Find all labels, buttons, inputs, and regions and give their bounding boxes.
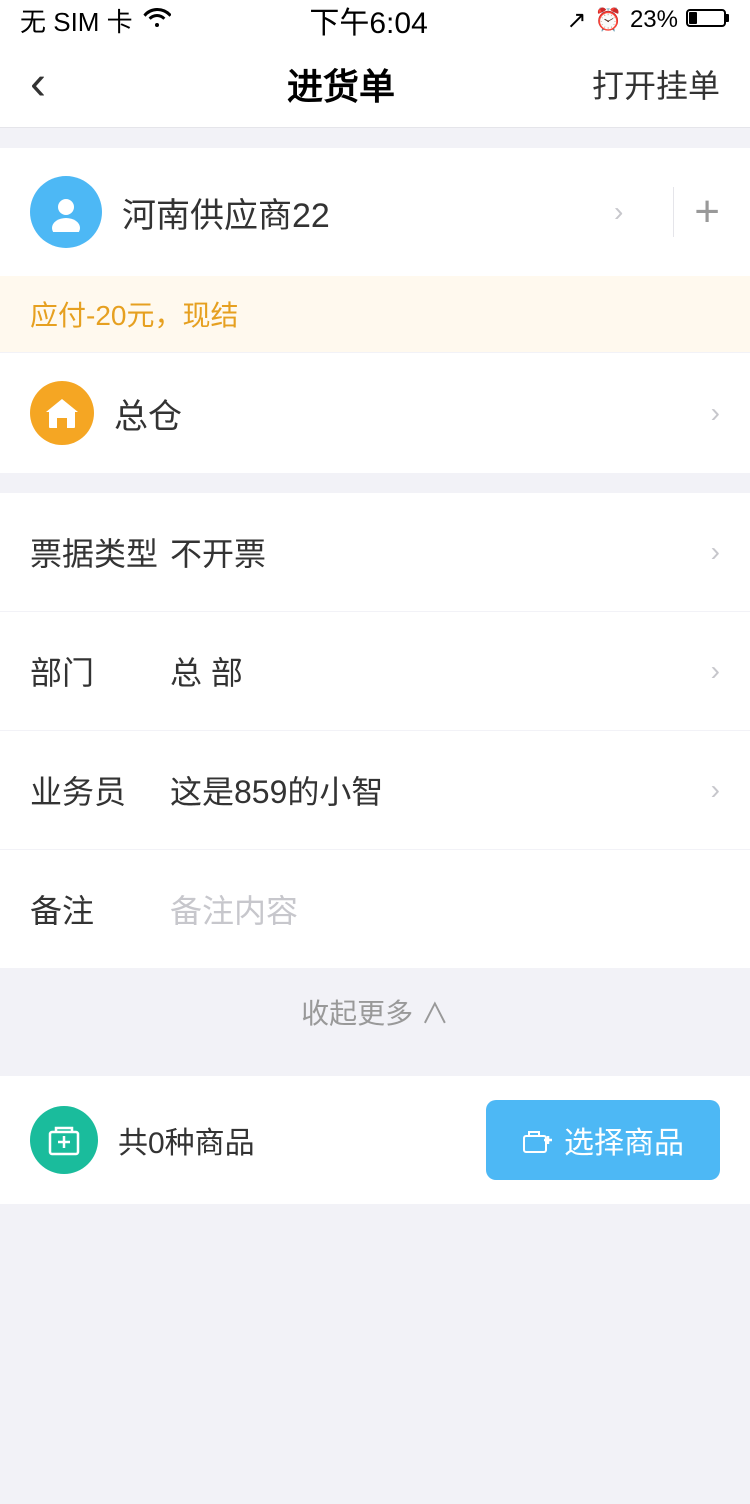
select-product-label: 选择商品: [564, 1118, 684, 1162]
department-label: 部门: [30, 648, 170, 694]
nav-bar: ‹ 进货单 打开挂单: [0, 40, 750, 128]
open-pending-button[interactable]: 打开挂单: [592, 61, 720, 107]
salesperson-value: 这是859的小智: [170, 767, 711, 813]
product-section: 共0种商品 选择商品: [0, 1076, 750, 1204]
remark-input[interactable]: 备注内容: [170, 886, 720, 932]
product-count-label: 共0种商品: [118, 1118, 466, 1162]
section-gap-1: [0, 128, 750, 148]
remark-row[interactable]: 备注 备注内容: [0, 850, 750, 968]
add-supplier-button[interactable]: +: [694, 187, 720, 237]
wifi-icon: [143, 6, 171, 35]
invoice-type-label: 票据类型: [30, 529, 170, 575]
supplier-chevron-icon: ›: [614, 196, 623, 228]
collapse-section: 收起更多 ∧: [0, 968, 750, 1056]
salesperson-label: 业务员: [30, 767, 170, 813]
department-value: 总 部: [170, 648, 711, 694]
salesperson-chevron-icon: ›: [711, 774, 720, 806]
salesperson-row[interactable]: 业务员 这是859的小智 ›: [0, 731, 750, 850]
status-left: 无 SIM 卡: [20, 2, 171, 39]
warehouse-name: 总仓: [114, 389, 711, 438]
status-right: ↗ ⏰ 23%: [566, 5, 730, 36]
battery-icon: [686, 5, 730, 36]
battery-label: 23%: [630, 6, 678, 34]
select-product-button[interactable]: 选择商品: [486, 1100, 720, 1180]
bottom-area: [0, 1204, 750, 1504]
status-bar: 无 SIM 卡 下午6:04 ↗ ⏰ 23%: [0, 0, 750, 40]
invoice-type-chevron-icon: ›: [711, 536, 720, 568]
warehouse-chevron-icon: ›: [711, 397, 720, 429]
warehouse-row[interactable]: 总仓 ›: [0, 352, 750, 473]
invoice-type-value: 不开票: [170, 529, 711, 575]
back-button[interactable]: ‹: [30, 56, 90, 111]
alarm-icon: ⏰: [595, 7, 622, 33]
supplier-section: 河南供应商22 › + 应付-20元，现结 总仓 ›: [0, 148, 750, 473]
divider: [673, 187, 674, 237]
notice-banner: 应付-20元，现结: [0, 276, 750, 352]
supplier-row[interactable]: 河南供应商22 › +: [0, 148, 750, 276]
collapse-button[interactable]: 收起更多 ∧: [301, 998, 449, 1029]
carrier-label: 无 SIM 卡: [20, 2, 133, 39]
product-icon: [30, 1106, 98, 1174]
location-icon: ↗: [566, 6, 586, 35]
department-chevron-icon: ›: [711, 655, 720, 687]
remark-label: 备注: [30, 886, 170, 932]
notice-text: 应付-20元，现结: [30, 300, 238, 331]
form-section: 票据类型 不开票 › 部门 总 部 › 业务员 这是859的小智 › 备注 备注…: [0, 493, 750, 968]
avatar: [30, 176, 102, 248]
page-title: 进货单: [287, 58, 395, 110]
time-label: 下午6:04: [309, 0, 427, 42]
invoice-type-row[interactable]: 票据类型 不开票 ›: [0, 493, 750, 612]
warehouse-icon: [30, 381, 94, 445]
department-row[interactable]: 部门 总 部 ›: [0, 612, 750, 731]
supplier-name: 河南供应商22: [122, 188, 614, 237]
